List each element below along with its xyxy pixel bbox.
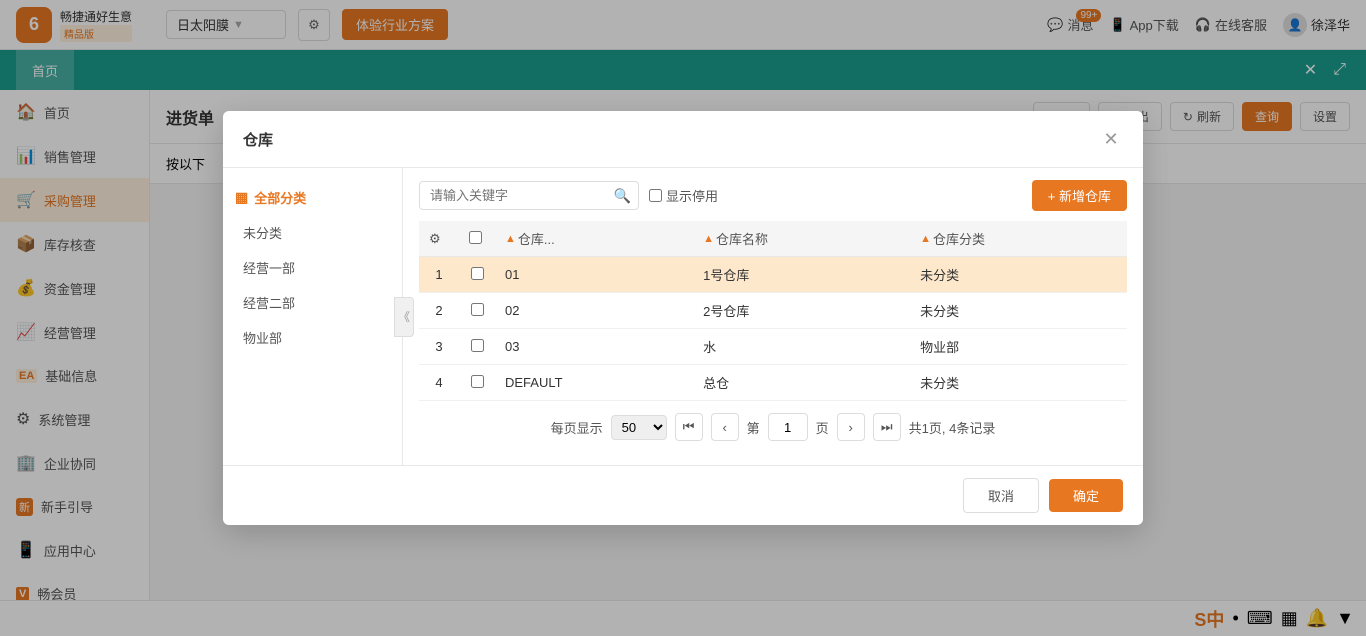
- row-checkbox-2[interactable]: [471, 303, 484, 316]
- page-suffix: 页: [816, 418, 829, 437]
- page-size-label: 每页显示: [551, 418, 603, 437]
- search-wrap: 🔍: [419, 181, 639, 210]
- th-code: ▲ 仓库...: [495, 221, 693, 257]
- th-category: ▲ 仓库分类: [910, 221, 1127, 257]
- th-name: ▲ 仓库名称: [693, 221, 910, 257]
- td-code: 01: [495, 257, 693, 293]
- td-name: 总仓: [693, 365, 910, 401]
- td-checkbox: [459, 329, 495, 365]
- next-page-button[interactable]: ›: [837, 413, 865, 441]
- td-category: 未分类: [910, 293, 1127, 329]
- dialog-close-button[interactable]: ✕: [1099, 127, 1123, 151]
- td-checkbox: [459, 365, 495, 401]
- category-item-property[interactable]: 物业部: [223, 320, 402, 355]
- warehouse-table-wrap: ⚙ ▲ 仓库... ▲: [419, 221, 1127, 401]
- grid-icon: ▦: [235, 189, 248, 206]
- th-checkbox: [459, 221, 495, 257]
- dialog-title: 仓库: [243, 129, 273, 150]
- td-checkbox: [459, 257, 495, 293]
- td-code: DEFAULT: [495, 365, 693, 401]
- show-disabled-checkbox[interactable]: [649, 189, 662, 202]
- td-category: 物业部: [910, 329, 1127, 365]
- add-warehouse-button[interactable]: + 新增仓库: [1032, 180, 1127, 211]
- table-row[interactable]: 4 DEFAULT 总仓 未分类: [419, 365, 1127, 401]
- search-icon[interactable]: 🔍: [614, 187, 631, 204]
- sort-icon2: ▲: [703, 233, 714, 245]
- row-checkbox-3[interactable]: [471, 339, 484, 352]
- warehouse-panel: 🔍 显示停用 + 新增仓库 ⚙: [403, 168, 1143, 465]
- table-row[interactable]: 3 03 水 物业部: [419, 329, 1127, 365]
- td-name: 水: [693, 329, 910, 365]
- td-name: 1号仓库: [693, 257, 910, 293]
- show-disabled-label: 显示停用: [666, 186, 718, 205]
- td-num: 2: [419, 293, 459, 329]
- sort-icon3: ▲: [920, 233, 931, 245]
- td-num: 1: [419, 257, 459, 293]
- td-code: 02: [495, 293, 693, 329]
- row-checkbox-4[interactable]: [471, 375, 484, 388]
- td-name: 2号仓库: [693, 293, 910, 329]
- td-code: 03: [495, 329, 693, 365]
- table-header: ⚙ ▲ 仓库... ▲: [419, 221, 1127, 257]
- warehouse-table: ⚙ ▲ 仓库... ▲: [419, 221, 1127, 401]
- confirm-button[interactable]: 确定: [1049, 479, 1123, 512]
- category-item-unclassified[interactable]: 未分类: [223, 215, 402, 250]
- overlay: 仓库 ✕ ▦ 全部分类 未分类 经营一部 经营二部 物业部 《: [0, 0, 1366, 636]
- warehouse-dialog: 仓库 ✕ ▦ 全部分类 未分类 经营一部 经营二部 物业部 《: [223, 111, 1143, 525]
- category-panel: ▦ 全部分类 未分类 经营一部 经营二部 物业部 《: [223, 168, 403, 465]
- td-category: 未分类: [910, 365, 1127, 401]
- table-body: 1 01 1号仓库 未分类 2 02 2号仓库: [419, 257, 1127, 401]
- dialog-header: 仓库 ✕: [223, 111, 1143, 168]
- last-page-button[interactable]: ⏭: [873, 413, 901, 441]
- page-label: 第: [747, 418, 760, 437]
- th-settings: ⚙: [419, 221, 459, 257]
- td-checkbox: [459, 293, 495, 329]
- td-num: 4: [419, 365, 459, 401]
- page-input[interactable]: [768, 413, 808, 441]
- dialog-body: ▦ 全部分类 未分类 经营一部 经营二部 物业部 《 🔍: [223, 168, 1143, 465]
- pagination: 每页显示 50 10 20 100 ⏮ ‹ 第 页 › ⏭ 共1页, 4条记录: [419, 401, 1127, 453]
- row-checkbox-1[interactable]: [471, 267, 484, 280]
- table-row[interactable]: 1 01 1号仓库 未分类: [419, 257, 1127, 293]
- total-info: 共1页, 4条记录: [909, 418, 996, 437]
- page-size-select[interactable]: 50 10 20 100: [611, 415, 667, 440]
- dialog-footer: 取消 确定: [223, 465, 1143, 525]
- warehouse-toolbar: 🔍 显示停用 + 新增仓库: [419, 180, 1127, 211]
- search-input[interactable]: [419, 181, 639, 210]
- cancel-button[interactable]: 取消: [963, 478, 1039, 513]
- category-item-operation1[interactable]: 经营一部: [223, 250, 402, 285]
- prev-page-button[interactable]: ‹: [711, 413, 739, 441]
- sort-icon: ▲: [505, 233, 516, 245]
- category-collapse-button[interactable]: 《: [394, 297, 414, 337]
- all-category-button[interactable]: ▦ 全部分类: [223, 180, 402, 215]
- table-row[interactable]: 2 02 2号仓库 未分类: [419, 293, 1127, 329]
- td-num: 3: [419, 329, 459, 365]
- first-page-button[interactable]: ⏮: [675, 413, 703, 441]
- category-item-operation2[interactable]: 经营二部: [223, 285, 402, 320]
- show-disabled-wrap: 显示停用: [649, 186, 718, 205]
- select-all-checkbox[interactable]: [469, 231, 482, 244]
- td-category: 未分类: [910, 257, 1127, 293]
